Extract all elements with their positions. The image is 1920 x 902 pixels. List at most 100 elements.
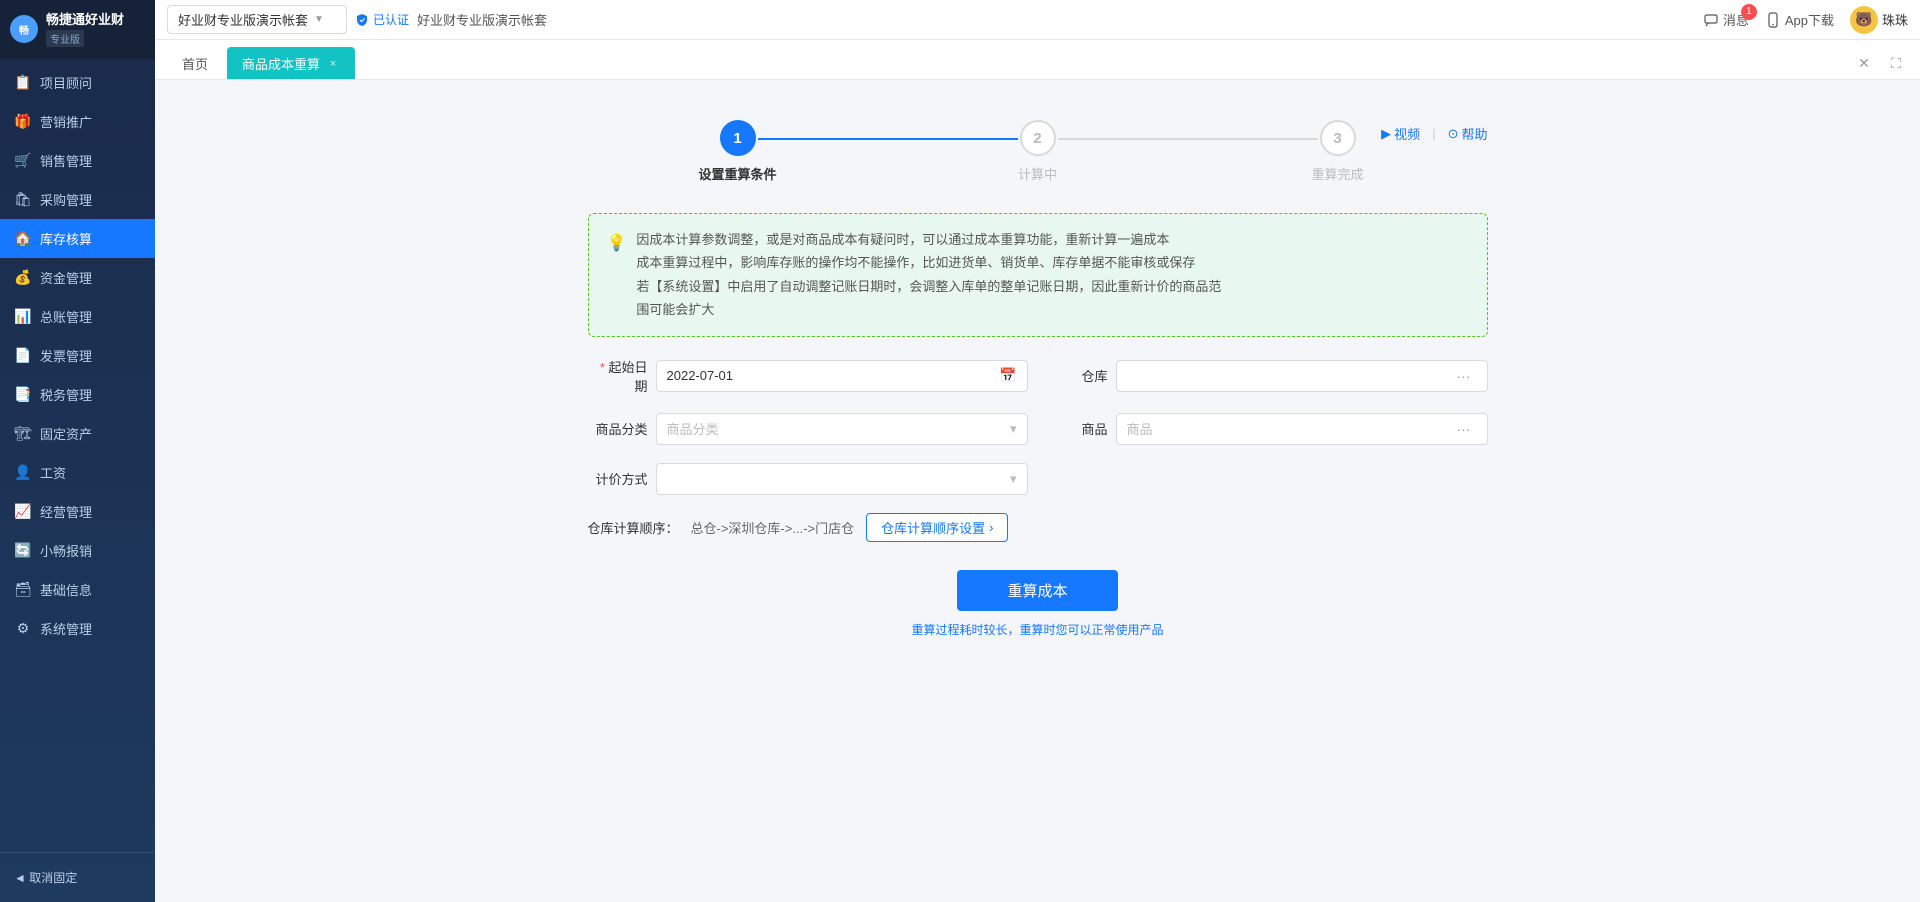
sidebar-item-label: 基础信息: [40, 580, 92, 599]
sidebar-item-marketing[interactable]: 🎁 营销推广: [0, 102, 155, 141]
marketing-icon: 🎁: [14, 113, 32, 130]
sidebar-item-basic[interactable]: 🗃 基础信息: [0, 570, 155, 609]
step-3-circle: 3: [1320, 120, 1356, 156]
sidebar-item-system[interactable]: ⚙ 系统管理: [0, 609, 155, 648]
recalc-button[interactable]: 重算成本: [957, 570, 1117, 611]
operation-icon: 📈: [14, 503, 32, 520]
step-line-2: [1058, 138, 1318, 140]
warehouse-order-setting-button[interactable]: 仓库计算顺序设置 ›: [866, 513, 1008, 542]
finance-icon: 💰: [14, 269, 32, 286]
account-select-text: 好业财专业版演示帐套: [178, 10, 308, 29]
wizard-help: ▶ 视频 | ⊙ 帮助: [1381, 124, 1487, 143]
step-line-1: [758, 138, 1018, 140]
warehouse-order-label: 仓库计算顺序：: [588, 518, 679, 537]
category-field: 商品分类 商品分类 ▾: [588, 413, 1028, 445]
goods-dots-icon[interactable]: ···: [1451, 419, 1477, 439]
calendar-icon[interactable]: 📅: [999, 367, 1016, 384]
pricing-field: 计价方式 ▾: [588, 463, 1028, 495]
tab-close-icon[interactable]: ×: [326, 57, 340, 71]
message-icon: [1703, 12, 1719, 28]
start-date-field: 起始日期 2022-07-01 📅: [588, 357, 1028, 395]
info-text: 因成本计算参数调整，或是对商品成本有疑问时，可以通过成本重算功能，重新计算一遍成…: [636, 228, 1221, 322]
sidebar-item-inventory[interactable]: 🏠 库存核算: [0, 219, 155, 258]
tab-home[interactable]: 首页: [167, 47, 223, 79]
goods-label: 商品: [1048, 419, 1108, 438]
sidebar-item-project[interactable]: 📋 项目顾问: [0, 63, 155, 102]
sidebar: 畅 畅捷通好业财 专业版 📋 项目顾问 🎁 营销推广 🛒 销售管理 🛍 采购管理…: [0, 0, 155, 902]
hint-text: 重算过程耗时较长，重算时您可以正常使用产品: [588, 621, 1488, 638]
warehouse-order-row: 仓库计算顺序： 总仓->深圳仓库->...->门店仓 仓库计算顺序设置 ›: [588, 513, 1488, 542]
form-area: 起始日期 2022-07-01 📅 仓库 ··· 商品分: [588, 357, 1488, 638]
main-content: 好业财专业版演示帐套 ▼ 已认证 好业财专业版演示帐套 消息 1 App下载 🐻…: [155, 0, 1920, 902]
sidebar-item-tax[interactable]: 📑 税务管理: [0, 375, 155, 414]
account-name: 好业财专业版演示帐套: [417, 10, 547, 29]
sidebar-item-label: 小畅报销: [40, 541, 92, 560]
sidebar-header: 畅 畅捷通好业财 专业版: [0, 0, 155, 59]
start-date-input[interactable]: 2022-07-01 📅: [656, 360, 1028, 392]
sidebar-item-expense[interactable]: 🔄 小畅报销: [0, 531, 155, 570]
tab-recalc[interactable]: 商品成本重算 ×: [227, 47, 355, 79]
category-label: 商品分类: [588, 419, 648, 438]
unpin-button[interactable]: ◄ 取消固定: [0, 861, 155, 894]
form-row-1: 起始日期 2022-07-01 📅 仓库 ···: [588, 357, 1488, 395]
user-name: 珠珠: [1882, 10, 1908, 29]
tax-icon: 📑: [14, 386, 32, 403]
help-link[interactable]: ⊙ 帮助: [1448, 124, 1488, 143]
inventory-icon: 🏠: [14, 230, 32, 247]
phone-icon: [1765, 12, 1781, 28]
close-window-button[interactable]: ✕: [1852, 51, 1876, 75]
warehouse-input[interactable]: ···: [1116, 360, 1488, 392]
form-row-3: 计价方式 ▾: [588, 463, 1488, 495]
sidebar-bottom: ◄ 取消固定: [0, 852, 155, 902]
content-area: 1 设置重算条件 2 计算中 3 重算完成 ▶: [155, 80, 1920, 902]
step-1-label: 设置重算条件: [698, 164, 776, 183]
sidebar-item-purchase[interactable]: 🛍 采购管理: [0, 180, 155, 219]
sidebar-item-label: 系统管理: [40, 619, 92, 638]
shield-icon: [355, 13, 369, 27]
expand-button[interactable]: ⛶: [1884, 51, 1908, 75]
pricing-label: 计价方式: [588, 469, 648, 488]
tab-home-label: 首页: [182, 54, 208, 73]
accounting-icon: 📊: [14, 308, 32, 325]
sidebar-item-label: 工资: [40, 463, 66, 482]
category-select[interactable]: 商品分类 ▾: [656, 413, 1028, 445]
sidebar-item-label: 固定资产: [40, 424, 92, 443]
app-download-label: App下载: [1785, 10, 1834, 29]
sidebar-item-label: 营销推广: [40, 112, 92, 131]
sidebar-item-finance[interactable]: 💰 资金管理: [0, 258, 155, 297]
sidebar-item-assets[interactable]: 🏗 固定资产: [0, 414, 155, 453]
app-title-wrap: 畅捷通好业财 专业版: [46, 12, 124, 47]
form-row-2: 商品分类 商品分类 ▾ 商品 商品 ···: [588, 413, 1488, 445]
info-box: 💡 因成本计算参数调整，或是对商品成本有疑问时，可以通过成本重算功能，重新计算一…: [588, 213, 1488, 337]
invoice-icon: 📄: [14, 347, 32, 364]
app-download-button[interactable]: App下载: [1765, 10, 1834, 29]
video-link[interactable]: ▶ 视频: [1381, 124, 1420, 143]
step-1-circle: 1: [720, 120, 756, 156]
info-line-3: 若【系统设置】中启用了自动调整记账日期时，会调整入库单的整单记账日期，因此重新计…: [636, 275, 1221, 298]
info-line-2: 成本重算过程中，影响库存账的操作均不能操作，比如进货单、销货单、库存单据不能审核…: [636, 251, 1221, 274]
message-button[interactable]: 消息 1: [1703, 10, 1749, 29]
user-profile[interactable]: 🐻 珠珠: [1850, 6, 1908, 34]
sidebar-item-invoice[interactable]: 📄 发票管理: [0, 336, 155, 375]
start-date-value: 2022-07-01: [667, 368, 1000, 383]
account-select[interactable]: 好业财专业版演示帐套 ▼: [167, 5, 347, 34]
project-icon: 📋: [14, 74, 32, 91]
app-edition: 专业版: [46, 30, 84, 47]
sidebar-item-accounting[interactable]: 📊 总账管理: [0, 297, 155, 336]
assets-icon: 🏗: [14, 425, 32, 442]
chevron-down-icon2: ▾: [1010, 471, 1017, 487]
step-3-label: 重算完成: [1311, 164, 1363, 183]
category-placeholder: 商品分类: [667, 419, 719, 438]
chevron-down-icon: ▾: [1010, 421, 1017, 437]
system-icon: ⚙: [14, 620, 32, 637]
play-icon: ▶: [1381, 126, 1391, 142]
warehouse-label: 仓库: [1048, 366, 1108, 385]
goods-input[interactable]: 商品 ···: [1116, 413, 1488, 445]
sidebar-item-salary[interactable]: 👤 工资: [0, 453, 155, 492]
sidebar-item-operation[interactable]: 📈 经营管理: [0, 492, 155, 531]
expense-icon: 🔄: [14, 542, 32, 559]
sidebar-item-sales[interactable]: 🛒 销售管理: [0, 141, 155, 180]
warehouse-dots-icon[interactable]: ···: [1451, 366, 1477, 386]
pricing-select[interactable]: ▾: [656, 463, 1028, 495]
sidebar-item-label: 经营管理: [40, 502, 92, 521]
